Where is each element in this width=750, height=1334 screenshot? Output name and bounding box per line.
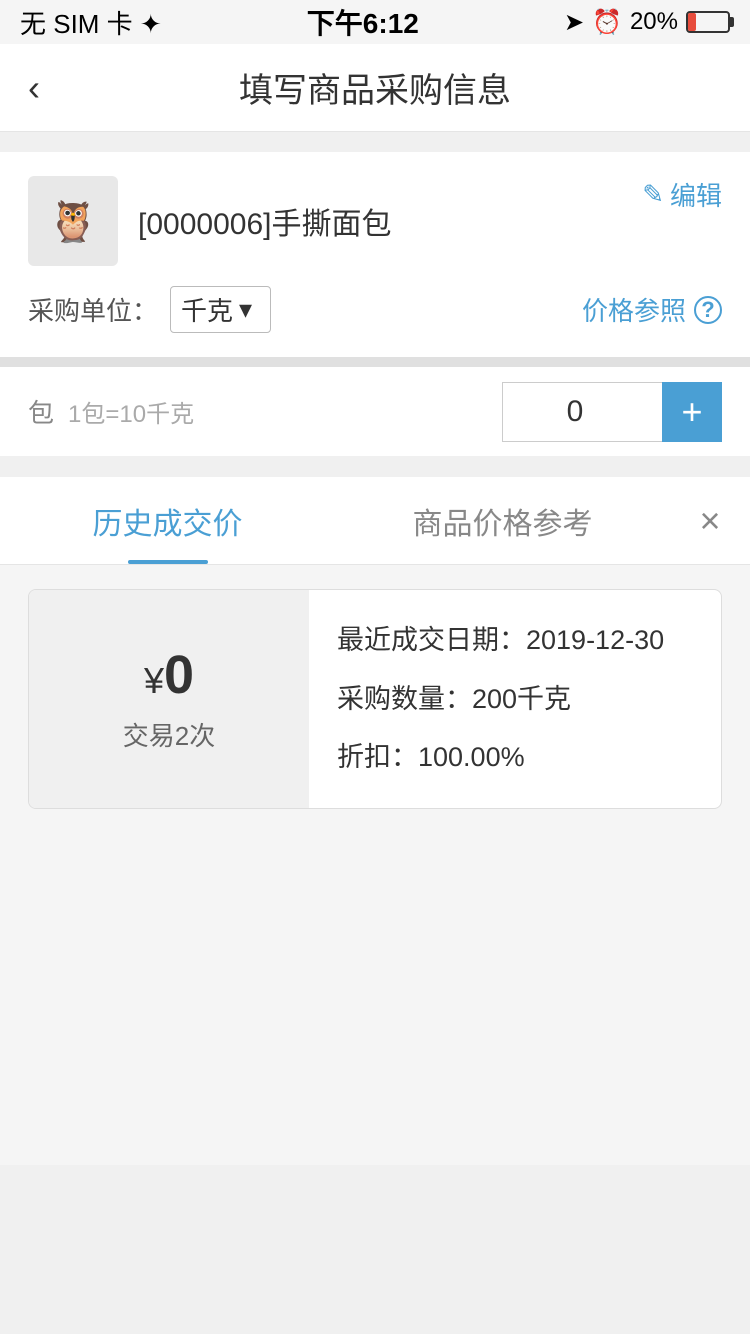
history-section: ¥0 交易2次 最近成交日期：2019-12-30 采购数量：200千克 折扣：…	[0, 565, 750, 1165]
product-name: [0000006]手撕面包	[138, 199, 391, 243]
quantity-input[interactable]	[502, 382, 662, 442]
edit-icon: ✎	[642, 179, 664, 210]
history-times-label: 交易2次	[123, 716, 215, 753]
history-detail-date: 最近成交日期：2019-12-30	[337, 620, 693, 661]
product-id: [0000006]	[138, 208, 271, 241]
currency-symbol: ¥	[144, 660, 164, 701]
tab-product-price-ref-label: 商品价格参考	[413, 499, 593, 543]
price-ref-label: 价格参照	[582, 291, 686, 328]
tabs-close-button[interactable]: ×	[670, 500, 750, 542]
tab-history-price-label: 历史成交价	[93, 499, 243, 543]
edit-button[interactable]: ✎ 编辑	[642, 176, 722, 213]
price-ref-button[interactable]: 价格参照 ?	[582, 291, 722, 328]
location-icon: ➤	[564, 8, 584, 37]
alarm-icon: ⏰	[592, 8, 622, 37]
date-label: 最近成交日期：	[337, 625, 526, 655]
back-button[interactable]: ‹	[28, 67, 40, 109]
quantity-input-wrap: +	[502, 382, 722, 442]
quantity-plus-button[interactable]: +	[662, 382, 722, 442]
product-top: 🦉 [0000006]手撕面包 ✎ 编辑	[28, 176, 722, 266]
product-title: 手撕面包	[271, 208, 391, 241]
product-card: 🦉 [0000006]手撕面包 ✎ 编辑 采购单位： 千克 ▾ 价格参照 ?	[0, 152, 750, 357]
date-value: 2019-12-30	[526, 625, 664, 655]
unit-label: 采购单位：	[28, 291, 158, 328]
tabs-row: 历史成交价 商品价格参考 ×	[0, 477, 750, 565]
nav-header: ‹ 填写商品采购信息	[0, 44, 750, 132]
product-left: 🦉 [0000006]手撕面包	[28, 176, 391, 266]
product-thumbnail: 🦉	[28, 176, 118, 266]
dropdown-arrow-icon: ▾	[239, 294, 252, 325]
tab-history-price[interactable]: 历史成交价	[0, 477, 335, 564]
history-card: ¥0 交易2次 最近成交日期：2019-12-30 采购数量：200千克 折扣：…	[28, 589, 722, 809]
qty-label: 采购数量：	[337, 684, 472, 714]
battery-fill	[688, 13, 696, 31]
product-logo-icon: 🦉	[48, 198, 98, 245]
history-details-panel: 最近成交日期：2019-12-30 采购数量：200千克 折扣：100.00%	[309, 590, 721, 808]
unit-badge: 包	[28, 393, 54, 430]
sim-signal: 无 SIM 卡 ✦	[20, 4, 162, 41]
edit-label: 编辑	[670, 176, 722, 213]
history-detail-discount: 折扣：100.00%	[337, 737, 693, 778]
help-icon: ?	[694, 296, 722, 324]
status-right: ➤ ⏰ 20%	[564, 8, 730, 37]
tab-product-price-ref[interactable]: 商品价格参考	[335, 477, 670, 564]
quantity-label: 包 1包=10千克	[28, 393, 502, 430]
history-price-value: ¥0	[144, 644, 194, 706]
unit-value: 千克	[181, 291, 233, 328]
unit-select[interactable]: 千克 ▾	[170, 286, 271, 333]
price-number: 0	[164, 645, 194, 705]
unit-row: 采购单位： 千克 ▾	[28, 286, 271, 333]
unit-desc: 1包=10千克	[68, 394, 194, 429]
history-price-panel: ¥0 交易2次	[29, 590, 309, 808]
status-time: 下午6:12	[307, 2, 419, 42]
qty-value: 200千克	[472, 684, 571, 714]
discount-value: 100.00%	[418, 742, 525, 772]
status-left: 无 SIM 卡 ✦	[20, 4, 162, 41]
battery-icon	[686, 11, 730, 33]
product-bottom: 采购单位： 千克 ▾ 价格参照 ?	[28, 286, 722, 333]
battery-pct: 20%	[630, 8, 678, 36]
status-bar: 无 SIM 卡 ✦ 下午6:12 ➤ ⏰ 20%	[0, 0, 750, 44]
quantity-row: 包 1包=10千克 +	[0, 367, 750, 457]
section-divider	[0, 357, 750, 367]
history-detail-qty: 采购数量：200千克	[337, 679, 693, 720]
tab-active-underline	[128, 560, 208, 564]
page-title: 填写商品采购信息	[239, 63, 511, 112]
discount-label: 折扣：	[337, 742, 418, 772]
